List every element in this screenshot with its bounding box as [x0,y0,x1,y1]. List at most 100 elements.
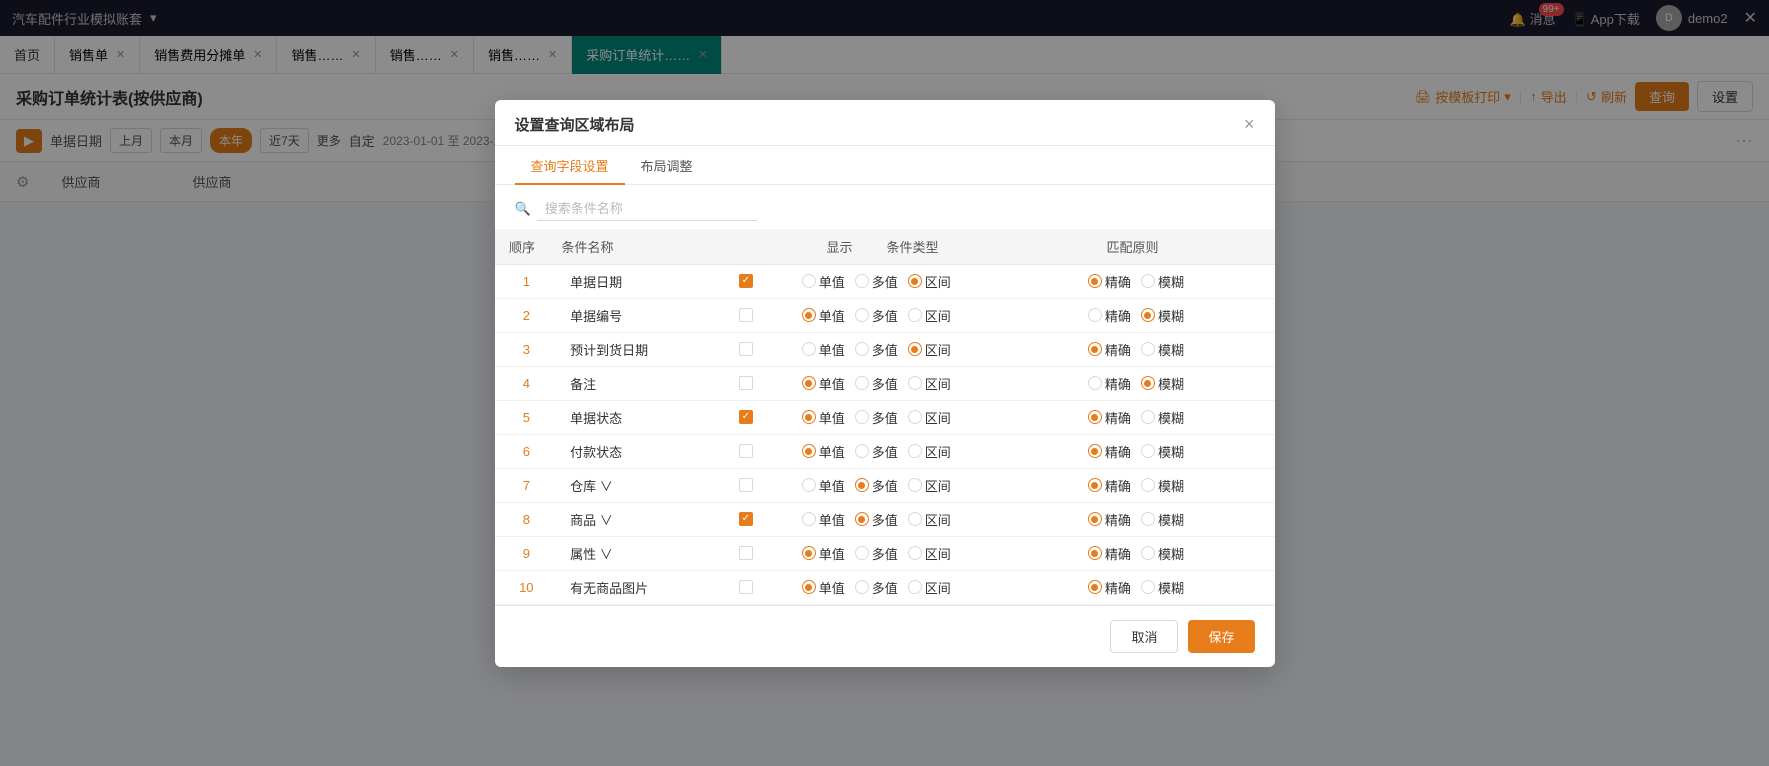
radio-match-模糊[interactable]: 模糊 [1141,340,1184,359]
radio-match-模糊[interactable]: 模糊 [1141,306,1184,325]
row-condition-name: 备注 [558,366,727,400]
radio-circle-icon [1141,546,1155,560]
radio-circle-icon [802,376,816,390]
table-scroll-area[interactable]: 1单据日期单值多值区间精确模糊2单据编号单值多值区间精确模糊3预计到货日期单值多… [495,265,1275,605]
search-input[interactable] [537,197,757,221]
radio-circle-icon [1088,444,1102,458]
checkbox-icon[interactable] [739,410,753,424]
radio-type-单值[interactable]: 单值 [802,408,845,427]
checkbox-icon[interactable] [739,580,753,594]
radio-type-区间[interactable]: 区间 [908,408,951,427]
radio-type-单值[interactable]: 单值 [802,374,845,393]
radio-circle-icon [1141,342,1155,356]
radio-type-多值[interactable]: 多值 [855,272,898,291]
radio-type-区间[interactable]: 区间 [908,340,951,359]
radio-match-模糊[interactable]: 模糊 [1141,510,1184,529]
radio-match-精确[interactable]: 精确 [1088,340,1131,359]
radio-circle-icon [802,580,816,594]
checkbox-icon[interactable] [739,444,753,458]
row-display-checkbox[interactable] [727,298,790,332]
radio-match-模糊[interactable]: 模糊 [1141,408,1184,427]
radio-type-多值[interactable]: 多值 [855,408,898,427]
radio-match-精确[interactable]: 精确 [1088,476,1131,495]
radio-type-多值[interactable]: 多值 [855,374,898,393]
radio-circle-icon [908,376,922,390]
radio-type-区间[interactable]: 区间 [908,510,951,529]
checkbox-icon[interactable] [739,512,753,526]
row-display-checkbox[interactable] [727,468,790,502]
radio-match-模糊[interactable]: 模糊 [1141,374,1184,393]
radio-type-多值[interactable]: 多值 [855,442,898,461]
save-button[interactable]: 保存 [1188,620,1254,653]
radio-match-精确[interactable]: 精确 [1088,442,1131,461]
row-display-checkbox[interactable] [727,265,790,299]
radio-type-单值[interactable]: 单值 [802,442,845,461]
radio-type-单值[interactable]: 单值 [802,578,845,597]
radio-circle-icon [855,376,869,390]
row-type-options: 单值多值区间 [790,332,1076,366]
cancel-button[interactable]: 取消 [1110,620,1178,653]
checkbox-icon[interactable] [739,478,753,492]
radio-type-多值[interactable]: 多值 [855,544,898,563]
radio-type-区间[interactable]: 区间 [908,578,951,597]
radio-match-模糊[interactable]: 模糊 [1141,578,1184,597]
row-order: 3 [495,332,559,366]
radio-match-精确[interactable]: 精确 [1088,578,1131,597]
radio-match-精确[interactable]: 精确 [1088,272,1131,291]
radio-circle-icon [1141,274,1155,288]
row-display-checkbox[interactable] [727,400,790,434]
radio-circle-icon [802,274,816,288]
table-row: 3预计到货日期单值多值区间精确模糊 [495,332,1275,366]
radio-type-多值[interactable]: 多值 [855,476,898,495]
radio-match-模糊[interactable]: 模糊 [1141,442,1184,461]
checkbox-icon[interactable] [739,342,753,356]
row-display-checkbox[interactable] [727,332,790,366]
radio-type-区间[interactable]: 区间 [908,272,951,291]
radio-circle-icon [1088,376,1102,390]
radio-type-区间[interactable]: 区间 [908,374,951,393]
row-display-checkbox[interactable] [727,366,790,400]
radio-type-单值[interactable]: 单值 [802,272,845,291]
radio-type-多值[interactable]: 多值 [855,340,898,359]
col-order: 顺序 [495,229,550,265]
radio-match-模糊[interactable]: 模糊 [1141,272,1184,291]
radio-type-单值[interactable]: 单值 [802,306,845,325]
radio-type-多值[interactable]: 多值 [855,578,898,597]
dialog-close-button[interactable]: × [1244,115,1255,133]
radio-match-模糊[interactable]: 模糊 [1141,544,1184,563]
radio-type-单值[interactable]: 单值 [802,340,845,359]
radio-type-单值[interactable]: 单值 [802,510,845,529]
tab-layout-adjust[interactable]: 布局调整 [625,146,709,185]
table-row: 9属性 ∨单值多值区间精确模糊 [495,536,1275,570]
row-condition-name: 付款状态 [558,434,727,468]
radio-match-精确[interactable]: 精确 [1088,510,1131,529]
radio-circle-icon [1088,410,1102,424]
tab-query-fields[interactable]: 查询字段设置 [515,146,625,185]
radio-match-模糊[interactable]: 模糊 [1141,476,1184,495]
row-display-checkbox[interactable] [727,570,790,604]
row-condition-name: 有无商品图片 [558,570,727,604]
checkbox-icon[interactable] [739,274,753,288]
col-display: 显示 [815,229,875,265]
radio-type-区间[interactable]: 区间 [908,442,951,461]
checkbox-icon[interactable] [739,308,753,322]
radio-type-区间[interactable]: 区间 [908,306,951,325]
checkbox-icon[interactable] [739,546,753,560]
search-icon: 🔍 [515,201,531,217]
radio-type-单值[interactable]: 单值 [802,476,845,495]
row-display-checkbox[interactable] [727,536,790,570]
row-type-options: 单值多值区间 [790,298,1076,332]
row-display-checkbox[interactable] [727,502,790,536]
radio-type-区间[interactable]: 区间 [908,544,951,563]
radio-type-多值[interactable]: 多值 [855,510,898,529]
radio-type-单值[interactable]: 单值 [802,544,845,563]
radio-type-区间[interactable]: 区间 [908,476,951,495]
radio-match-精确[interactable]: 精确 [1088,306,1131,325]
radio-match-精确[interactable]: 精确 [1088,374,1131,393]
row-display-checkbox[interactable] [727,434,790,468]
radio-match-精确[interactable]: 精确 [1088,408,1131,427]
checkbox-icon[interactable] [739,376,753,390]
radio-type-多值[interactable]: 多值 [855,306,898,325]
radio-circle-icon [1141,444,1155,458]
radio-match-精确[interactable]: 精确 [1088,544,1131,563]
